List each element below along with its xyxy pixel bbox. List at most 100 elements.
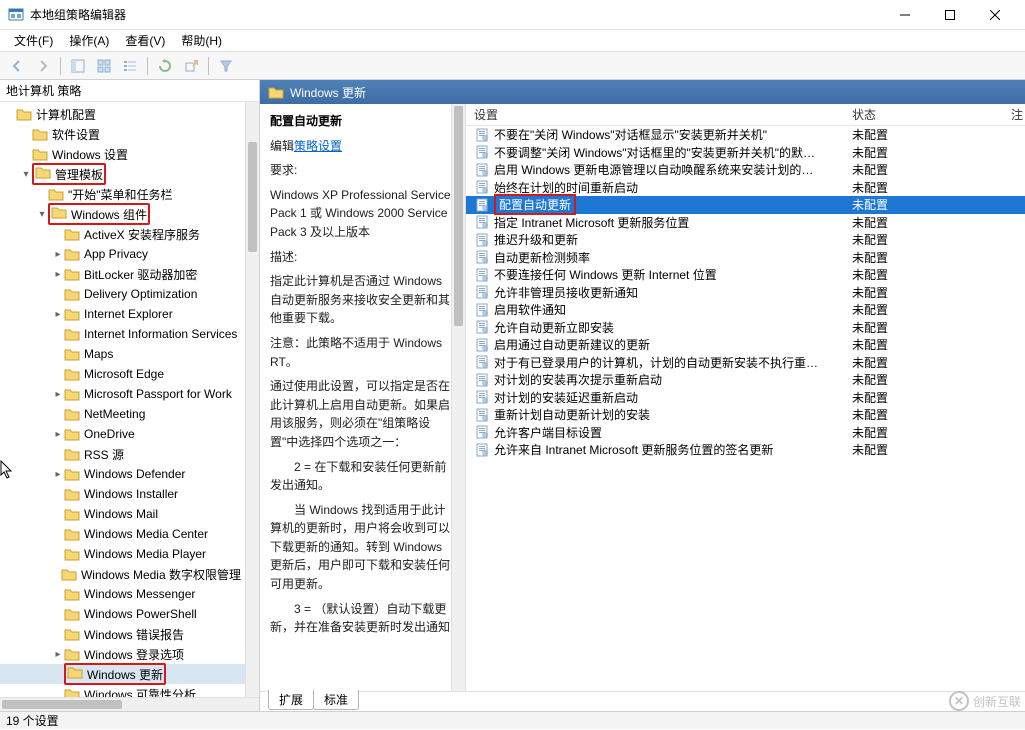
tree-node[interactable]: Delivery Optimization — [0, 284, 245, 304]
tree-node[interactable]: 计算机配置 — [0, 104, 245, 124]
tree-node[interactable]: ▸Internet Explorer — [0, 304, 245, 324]
scrollbar-thumb[interactable] — [454, 106, 463, 326]
menu-file[interactable]: 文件(F) — [6, 30, 61, 51]
settings-row[interactable]: 不要在"关闭 Windows"对话框显示"安装更新并关机"未配置 — [466, 126, 1025, 144]
scrollbar-thumb[interactable] — [248, 142, 257, 252]
settings-row[interactable]: 对计划的安装延迟重新启动未配置 — [466, 389, 1025, 407]
settings-row[interactable]: 不要连接任何 Windows 更新 Internet 位置未配置 — [466, 266, 1025, 284]
settings-row[interactable]: 允许来自 Intranet Microsoft 更新服务位置的签名更新未配置 — [466, 441, 1025, 459]
folder-icon — [64, 607, 80, 621]
show-hide-tree-icon[interactable] — [67, 55, 89, 77]
export-icon[interactable] — [180, 55, 202, 77]
tree-node[interactable]: ▸Windows Defender — [0, 464, 245, 484]
policy-icon — [474, 215, 490, 229]
tree-expander[interactable]: ▸ — [52, 309, 64, 320]
settings-row[interactable]: 重新计划自动更新计划的安装未配置 — [466, 406, 1025, 424]
maximize-button[interactable] — [927, 0, 972, 30]
tree-node[interactable]: Microsoft Edge — [0, 364, 245, 384]
tree-expander[interactable]: ▾ — [36, 209, 48, 220]
edit-policy-link[interactable]: 策略设置 — [294, 139, 342, 153]
tree-node[interactable]: ▸BitLocker 驱动器加密 — [0, 264, 245, 284]
setting-state: 未配置 — [852, 389, 1025, 406]
settings-list[interactable]: 不要在"关闭 Windows"对话框显示"安装更新并关机"未配置不要调整"关闭 … — [466, 126, 1025, 691]
settings-row[interactable]: 允许自动更新立即安装未配置 — [466, 319, 1025, 337]
folder-icon — [64, 587, 80, 601]
scrollbar-thumb[interactable] — [2, 700, 122, 709]
tree-node[interactable]: ▸Windows 登录选项 — [0, 644, 245, 664]
tree-node[interactable]: ▸Microsoft Passport for Work — [0, 384, 245, 404]
menu-help[interactable]: 帮助(H) — [173, 30, 230, 51]
tree-vscrollbar[interactable] — [245, 102, 259, 697]
toolbar — [0, 52, 1025, 80]
tree-node[interactable]: Windows Media 数字权限管理 — [0, 564, 245, 584]
col-state[interactable]: 状态 — [852, 106, 1011, 123]
highlight: Windows 组件 — [48, 203, 150, 225]
tree-node[interactable]: Windows 更新 — [0, 664, 245, 684]
settings-row[interactable]: 配置自动更新未配置 — [466, 196, 1025, 214]
tree-expander[interactable]: ▸ — [52, 649, 64, 660]
setting-name: 不要连接任何 Windows 更新 Internet 位置 — [494, 266, 852, 283]
tree-node[interactable]: Windows Mail — [0, 504, 245, 524]
tree-node[interactable]: Maps — [0, 344, 245, 364]
tree-hscrollbar[interactable] — [0, 697, 259, 711]
tree-node[interactable]: NetMeeting — [0, 404, 245, 424]
tree-expander[interactable]: ▸ — [52, 469, 64, 480]
settings-row[interactable]: 启用软件通知未配置 — [466, 301, 1025, 319]
tree-node[interactable]: Windows Messenger — [0, 584, 245, 604]
tree-node[interactable]: ▸App Privacy — [0, 244, 245, 264]
settings-row[interactable]: 对于有已登录用户的计算机，计划的自动更新安装不执行重…未配置 — [466, 354, 1025, 372]
menu-action[interactable]: 操作(A) — [61, 30, 117, 51]
tree-node[interactable]: Windows PowerShell — [0, 604, 245, 624]
tree-node[interactable]: RSS 源 — [0, 444, 245, 464]
tree-node[interactable]: 软件设置 — [0, 124, 245, 144]
settings-row[interactable]: 指定 Intranet Microsoft 更新服务位置未配置 — [466, 214, 1025, 232]
tree-expander[interactable]: ▸ — [52, 429, 64, 440]
policy-icon — [474, 390, 490, 404]
filter-icon[interactable] — [215, 55, 237, 77]
tree-node[interactable]: Windows 错误报告 — [0, 624, 245, 644]
list-detail-icon[interactable] — [119, 55, 141, 77]
tree-node[interactable]: ▾Windows 组件 — [0, 204, 245, 224]
tree-expander[interactable]: ▸ — [52, 269, 64, 280]
tree-node[interactable]: ▾管理模板 — [0, 164, 245, 184]
tree-node[interactable]: Windows 设置 — [0, 144, 245, 164]
refresh-icon[interactable] — [154, 55, 176, 77]
settings-row[interactable]: 启用 Windows 更新电源管理以自动唤醒系统来安装计划的…未配置 — [466, 161, 1025, 179]
tree-header[interactable]: 地计算机 策略 — [0, 80, 259, 102]
tree-node[interactable]: Windows Installer — [0, 484, 245, 504]
folder-icon — [64, 287, 80, 301]
folder-icon — [64, 527, 80, 541]
tree-expander[interactable]: ▾ — [20, 169, 32, 180]
settings-row[interactable]: 不要调整"关闭 Windows"对话框里的"安装更新并关机"的默…未配置 — [466, 144, 1025, 162]
close-button[interactable] — [972, 0, 1017, 30]
settings-row[interactable]: 对计划的安装再次提示重新启动未配置 — [466, 371, 1025, 389]
settings-row[interactable]: 允许非管理员接收更新通知未配置 — [466, 284, 1025, 302]
req-body: Windows XP Professional Service Pack 1 或… — [270, 186, 455, 242]
right-split: 配置自动更新 编辑策略设置 要求: Windows XP Professiona… — [260, 104, 1025, 691]
col-comment[interactable]: 注 — [1011, 106, 1025, 123]
tree-node[interactable]: Windows Media Player — [0, 544, 245, 564]
tab-extended[interactable]: 扩展 — [268, 690, 314, 710]
tree-node[interactable]: ▸OneDrive — [0, 424, 245, 444]
settings-row[interactable]: 推迟升级和更新未配置 — [466, 231, 1025, 249]
tree-node[interactable]: Windows 可靠性分析 — [0, 684, 245, 697]
tree[interactable]: 计算机配置软件设置Windows 设置▾管理模板"开始"菜单和任务栏▾Windo… — [0, 102, 245, 697]
list-large-icon[interactable] — [93, 55, 115, 77]
settings-row[interactable]: 启用通过自动更新建议的更新未配置 — [466, 336, 1025, 354]
tree-node[interactable]: "开始"菜单和任务栏 — [0, 184, 245, 204]
minimize-button[interactable] — [882, 0, 927, 30]
settings-header[interactable]: 设置 状态 注 — [466, 104, 1025, 126]
menu-view[interactable]: 查看(V) — [117, 30, 173, 51]
tree-node[interactable]: Windows Media Center — [0, 524, 245, 544]
tree-expander[interactable]: ▸ — [52, 389, 64, 400]
tree-node[interactable]: ActiveX 安装程序服务 — [0, 224, 245, 244]
tab-standard[interactable]: 标准 — [313, 690, 359, 710]
settings-row[interactable]: 自动更新检测频率未配置 — [466, 249, 1025, 267]
detail-vscrollbar[interactable] — [451, 104, 465, 691]
back-icon[interactable] — [6, 55, 28, 77]
col-setting[interactable]: 设置 — [474, 106, 852, 123]
settings-row[interactable]: 允许客户端目标设置未配置 — [466, 424, 1025, 442]
tree-expander[interactable]: ▸ — [52, 249, 64, 260]
forward-icon[interactable] — [32, 55, 54, 77]
tree-node[interactable]: Internet Information Services — [0, 324, 245, 344]
